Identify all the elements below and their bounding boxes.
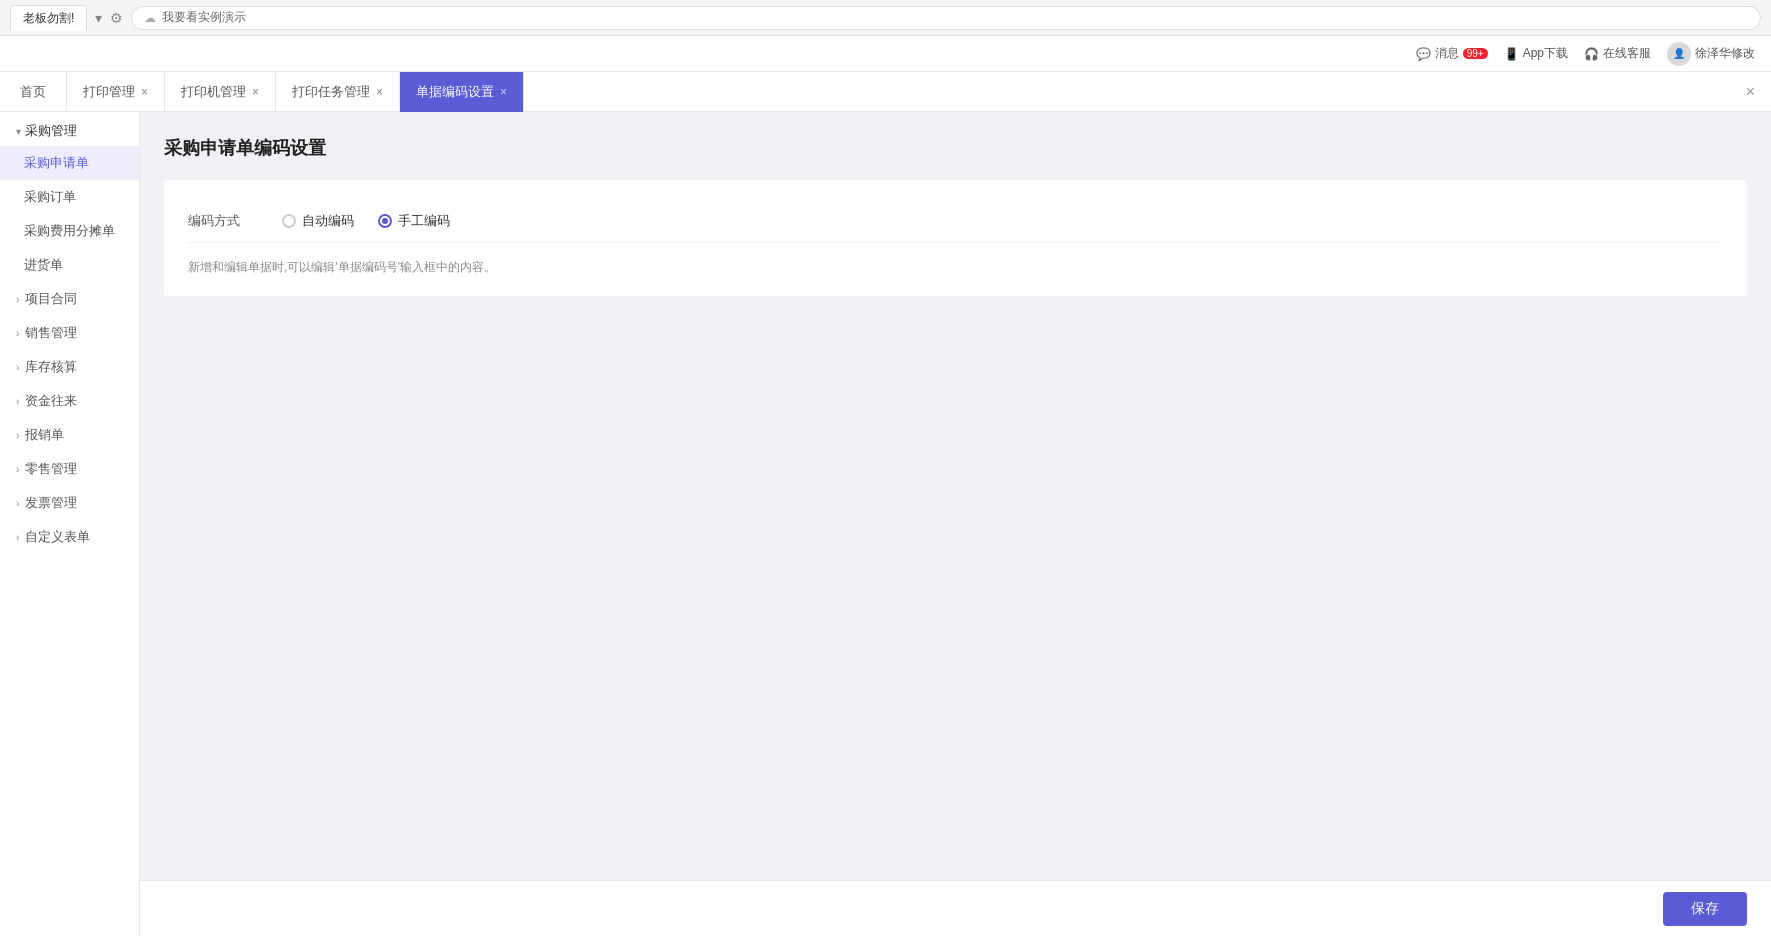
sidebar-category-invoice-label: 发票管理 [25,494,77,512]
expand-arrow-icon-3: › [16,396,19,407]
tab-code-settings-label: 单据编码设置 [416,83,494,101]
browser-address-bar[interactable]: ☁ 我要看实例演示 [131,6,1761,30]
tab-print-task-management-close[interactable]: × [376,85,383,99]
message-label: 消息 [1435,45,1459,62]
content-area: 采购申请单编码设置 编码方式 自动编码 手工编码 [140,112,1771,936]
message-badge: 99+ [1463,48,1488,59]
avatar: 👤 [1667,42,1691,66]
sidebar-category-retail[interactable]: › 零售管理 [0,452,139,486]
sidebar-item-purchase-order[interactable]: 采购订单 [0,180,139,214]
content-inner: 采购申请单编码设置 编码方式 自动编码 手工编码 [140,112,1771,880]
sidebar-item-purchase-request[interactable]: 采购申请单 [0,146,139,180]
dropdown-icon[interactable]: ▾ [95,10,102,26]
expand-arrow-icon-7: › [16,532,19,543]
page-title: 采购申请单编码设置 [164,136,1747,160]
footer-bar: 保存 [140,880,1771,936]
user-name: 徐泽华修改 [1695,45,1755,62]
message-button[interactable]: 💬 消息 99+ [1416,45,1488,62]
expand-arrow-icon-5: › [16,464,19,475]
sidebar-category-custom-form-label: 自定义表单 [25,528,90,546]
encoding-row: 编码方式 自动编码 手工编码 [188,200,1723,243]
sidebar-category-project-contract-label: 项目合同 [25,290,77,308]
address-text: 我要看实例演示 [162,9,246,26]
sidebar-category-inventory-label: 库存核算 [25,358,77,376]
app-header: 💬 消息 99+ 📱 App下载 🎧 在线客服 👤 徐泽华修改 [0,36,1771,72]
sidebar-category-expense-report[interactable]: › 报销单 [0,418,139,452]
radio-manual-label: 手工编码 [398,212,450,230]
expand-arrow-icon-2: › [16,362,19,373]
expand-arrow-icon-6: › [16,498,19,509]
settings-icon[interactable]: ⚙ [110,10,123,26]
radio-manual-encoding[interactable]: 手工编码 [378,212,450,230]
tab-print-management-close[interactable]: × [141,85,148,99]
online-service-label: 在线客服 [1603,45,1651,62]
sidebar-category-sales-management[interactable]: › 销售管理 [0,316,139,350]
radio-auto-label: 自动编码 [302,212,354,230]
cloud-icon: ☁ [144,11,156,25]
app-download-button[interactable]: 📱 App下载 [1504,45,1568,62]
radio-group: 自动编码 手工编码 [282,212,450,230]
radio-auto-encoding[interactable]: 自动编码 [282,212,354,230]
purchase-group-label: 采购管理 [25,122,77,140]
main-layout: ▾ 采购管理 采购申请单 采购订单 采购费用分摊单 进货单 › 项目合同 › 销… [0,112,1771,936]
tab-print-task-management-label: 打印任务管理 [292,83,370,101]
sidebar-category-expense-report-label: 报销单 [25,426,64,444]
browser-tab-title: 老板勿割! [23,10,74,27]
sidebar-category-invoice[interactable]: › 发票管理 [0,486,139,520]
radio-auto-circle [282,214,296,228]
sidebar-category-capital-label: 资金往来 [25,392,77,410]
user-menu[interactable]: 👤 徐泽华修改 [1667,42,1755,66]
tab-bar: 首页 打印管理 × 打印机管理 × 打印任务管理 × 单据编码设置 × × [0,72,1771,112]
tab-print-task-management[interactable]: 打印任务管理 × [276,72,400,112]
browser-tab[interactable]: 老板勿割! [10,5,87,31]
sidebar-item-purchase-request-label: 采购申请单 [24,154,89,172]
tab-home-label: 首页 [20,83,46,101]
sidebar-item-goods-receipt-label: 进货单 [24,256,63,274]
hint-text: 新增和编辑单据时,可以编辑'单据编码号'输入框中的内容。 [188,259,1723,276]
app-download-label: App下载 [1523,45,1568,62]
sidebar-item-purchase-expense-label: 采购费用分摊单 [24,222,115,240]
sidebar-item-purchase-order-label: 采购订单 [24,188,76,206]
save-button[interactable]: 保存 [1663,892,1747,926]
tab-printer-management-close[interactable]: × [252,85,259,99]
expand-arrow-icon-4: › [16,430,19,441]
settings-card: 编码方式 自动编码 手工编码 新增和编辑单据时,可以编辑'单据编码号'输入框中的… [164,180,1747,296]
tab-printer-management[interactable]: 打印机管理 × [165,72,276,112]
sidebar-category-retail-label: 零售管理 [25,460,77,478]
sidebar-category-custom-form[interactable]: › 自定义表单 [0,520,139,554]
tab-code-settings-close[interactable]: × [500,85,507,99]
encoding-label: 编码方式 [188,212,258,230]
collapse-arrow-icon: ▾ [16,126,21,137]
header-right: 💬 消息 99+ 📱 App下载 🎧 在线客服 👤 徐泽华修改 [1416,42,1755,66]
tab-bar-close-button[interactable]: × [1730,83,1771,101]
sidebar-item-goods-receipt[interactable]: 进货单 [0,248,139,282]
purchase-group: ▾ 采购管理 采购申请单 采购订单 采购费用分摊单 进货单 [0,112,139,282]
expand-arrow-icon-0: › [16,294,19,305]
message-icon: 💬 [1416,47,1431,61]
sidebar-category-sales-management-label: 销售管理 [25,324,77,342]
sidebar-category-project-contract[interactable]: › 项目合同 [0,282,139,316]
sidebar-item-purchase-expense[interactable]: 采购费用分摊单 [0,214,139,248]
expand-arrow-icon-1: › [16,328,19,339]
tab-print-management[interactable]: 打印管理 × [67,72,165,112]
tab-print-management-label: 打印管理 [83,83,135,101]
sidebar: ▾ 采购管理 采购申请单 采购订单 采购费用分摊单 进货单 › 项目合同 › 销… [0,112,140,936]
tab-printer-management-label: 打印机管理 [181,83,246,101]
sidebar-category-inventory[interactable]: › 库存核算 [0,350,139,384]
online-service-button[interactable]: 🎧 在线客服 [1584,45,1651,62]
mobile-icon: 📱 [1504,47,1519,61]
browser-bar: 老板勿割! ▾ ⚙ ☁ 我要看实例演示 [0,0,1771,36]
tab-home[interactable]: 首页 [0,72,67,112]
headset-icon: 🎧 [1584,47,1599,61]
purchase-group-title[interactable]: ▾ 采购管理 [0,112,139,146]
sidebar-category-capital[interactable]: › 资金往来 [0,384,139,418]
tab-code-settings[interactable]: 单据编码设置 × [400,72,524,112]
radio-manual-circle [378,214,392,228]
